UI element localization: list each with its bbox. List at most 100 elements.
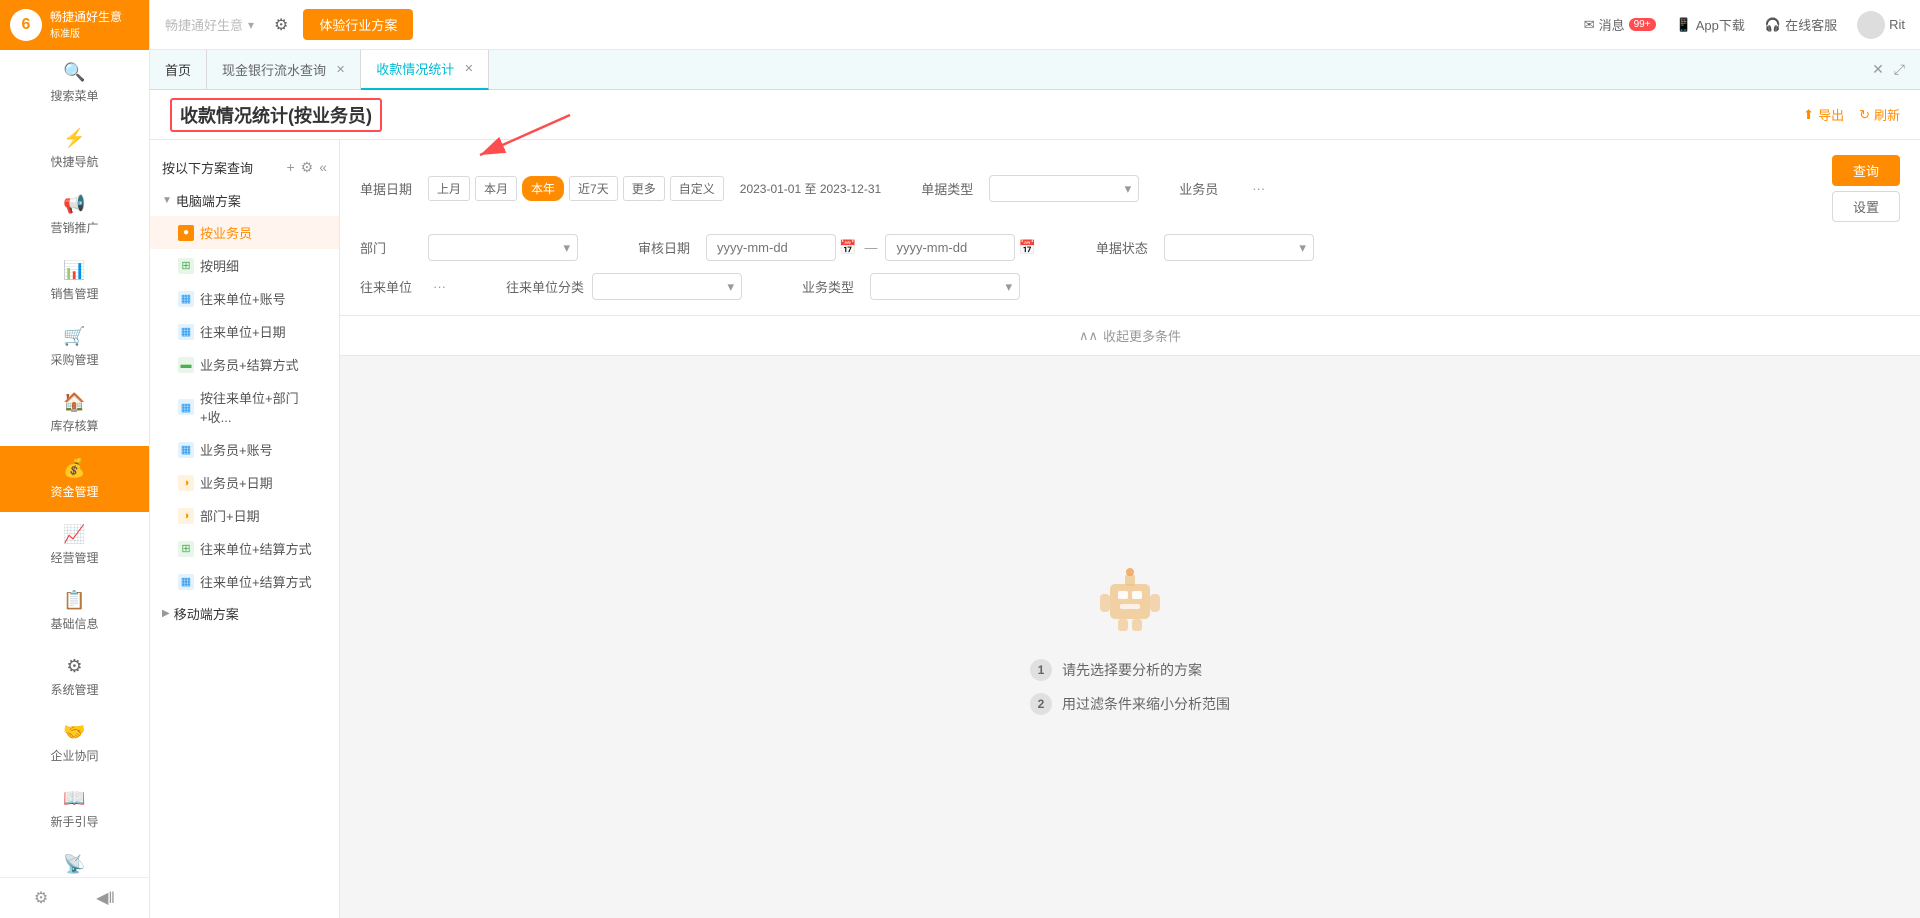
scheme-item-salesperson-account[interactable]: ▦ 业务员+账号 — [150, 433, 339, 466]
collapse-panel-button[interactable]: « — [319, 159, 327, 176]
date-label: 单据日期 — [360, 179, 420, 198]
biz-type-filter-item: 业务类型 — [802, 273, 1020, 300]
expand-arrow-mobile-icon: ▶ — [162, 608, 170, 619]
content-area: 按以下方案查询 + ⚙ « ▼ 电脑端方案 — [150, 140, 1920, 918]
topbar-gear-icon[interactable]: ⚙ — [274, 15, 288, 35]
step-1-text: 请先选择要分析的方案 — [1062, 660, 1202, 680]
dept-label: 部门 — [360, 238, 420, 257]
sidebar-item-hardware[interactable]: 📡 智能硬件 — [0, 842, 149, 877]
data-area: 1 请先选择要分析的方案 2 用过滤条件来缩小分析范围 — [340, 356, 1920, 918]
desktop-section-title[interactable]: ▼ 电脑端方案 — [150, 185, 339, 216]
dept-select[interactable] — [428, 234, 578, 261]
audit-date-to-input[interactable] — [885, 234, 1015, 261]
trial-button[interactable]: 体验行业方案 — [303, 9, 413, 40]
sidebar-item-sales[interactable]: 📊 销售管理 — [0, 248, 149, 314]
scheme-icon-table2: ▦ — [178, 574, 194, 590]
refresh-button[interactable]: ↻ 刷新 — [1859, 105, 1900, 124]
sidebar-item-system[interactable]: ⚙ 系统管理 — [0, 644, 149, 710]
filter-settings-button[interactable]: 设置 — [1832, 191, 1900, 222]
tab-close-icon[interactable]: ✕ — [336, 63, 345, 76]
tab-close-active-icon[interactable]: ✕ — [464, 62, 473, 75]
salesperson-more-button[interactable]: ··· — [1252, 181, 1265, 196]
audit-date-from-input[interactable] — [706, 234, 836, 261]
maximize-button[interactable]: ⤢ — [1894, 61, 1905, 78]
partner-more-button[interactable]: ··· — [433, 279, 446, 294]
sidebar-item-operations[interactable]: 📈 经营管理 — [0, 512, 149, 578]
tab-bank-flow[interactable]: 现金银行流水查询 ✕ — [207, 50, 361, 90]
page-header-actions: ⬆ 导出 ↻ 刷新 — [1803, 105, 1900, 124]
salesperson-filter-item: 业务员 ··· — [1179, 179, 1265, 198]
doc-status-label: 单据状态 — [1096, 238, 1156, 257]
partner-category-label: 往来单位分类 — [506, 277, 584, 296]
user-avatar[interactable]: Rit — [1857, 11, 1905, 39]
partner-category-select[interactable] — [592, 273, 742, 300]
sidebar-item-inventory[interactable]: 🏠 库存核算 — [0, 380, 149, 446]
biz-type-select[interactable] — [870, 273, 1020, 300]
date-tab-this-year[interactable]: 本年 — [522, 176, 564, 201]
sidebar-collapse-btn[interactable]: ◀‖ — [96, 888, 115, 908]
tab-home[interactable]: 首页 — [150, 50, 207, 90]
doc-type-select[interactable] — [989, 175, 1139, 202]
right-panel: 单据日期 上月 本月 本年 近7天 更多 自定义 2023-01-01 至 20… — [340, 140, 1920, 918]
doc-type-filter-item: 单据类型 — [921, 175, 1139, 202]
sidebar-settings-btn[interactable]: ⚙ — [34, 888, 48, 908]
date-tab-last-month[interactable]: 上月 — [428, 176, 470, 201]
sidebar-item-search[interactable]: 🔍 搜索菜单 — [0, 50, 149, 116]
download-icon: 📱 — [1676, 17, 1692, 33]
scheme-label: 往来单位+账号 — [200, 289, 286, 308]
scheme-item-detail[interactable]: ⊞ 按明细 — [150, 249, 339, 282]
chevron-down-icon: ▾ — [248, 18, 254, 32]
close-all-tabs-button[interactable]: ✕ — [1872, 61, 1884, 78]
sidebar-item-label: 经营管理 — [50, 549, 98, 566]
sidebar-item-label: 资金管理 — [50, 483, 98, 500]
biz-type-select-wrapper — [870, 273, 1020, 300]
date-filter-item: 单据日期 上月 本月 本年 近7天 更多 自定义 2023-01-01 至 20… — [360, 176, 881, 201]
sidebar: 6 畅捷通好生意 标准版 🔍 搜索菜单 ⚡ 快捷导航 📢 营销推广 📊 销售管理 — [0, 0, 150, 918]
doc-status-select[interactable] — [1164, 234, 1314, 261]
scheme-settings-button[interactable]: ⚙ — [301, 159, 314, 176]
refresh-icon: ↻ — [1859, 107, 1870, 123]
sidebar-item-collab[interactable]: 🤝 企业协同 — [0, 710, 149, 776]
page-title: 收款情况统计(按业务员) — [170, 98, 382, 132]
mobile-section: ▶ 移动端方案 — [150, 598, 339, 629]
mobile-section-title[interactable]: ▶ 移动端方案 — [150, 598, 339, 629]
date-tab-custom[interactable]: 自定义 — [670, 176, 724, 201]
scheme-item-partner-settlement1[interactable]: ⊞ 往来单位+结算方式 — [150, 532, 339, 565]
message-button[interactable]: ✉ 消息 99+ — [1584, 15, 1656, 34]
page-header: 收款情况统计(按业务员) ⬆ 导出 ↻ 刷新 — [150, 90, 1920, 140]
main-content-area: 收款情况统计(按业务员) ⬆ 导出 ↻ 刷新 按以下方 — [150, 90, 1920, 918]
date-tab-this-month[interactable]: 本月 — [475, 176, 517, 201]
hardware-icon: 📡 — [63, 854, 85, 875]
add-scheme-button[interactable]: + — [286, 159, 294, 176]
scheme-item-dept-date[interactable]: ◑ 部门+日期 — [150, 499, 339, 532]
sidebar-item-quicknav[interactable]: ⚡ 快捷导航 — [0, 116, 149, 182]
online-service-button[interactable]: 🎧 在线客服 — [1765, 15, 1837, 34]
tab-receipt-stats[interactable]: 收款情况统计 ✕ — [361, 50, 489, 90]
scheme-item-partner-settlement2[interactable]: ▦ 往来单位+结算方式 — [150, 565, 339, 598]
sidebar-item-marketing[interactable]: 📢 营销推广 — [0, 182, 149, 248]
doc-type-select-wrapper — [989, 175, 1139, 202]
sidebar-item-finance[interactable]: 💰 资金管理 — [0, 446, 149, 512]
collapse-more-button[interactable]: ∧∧ 收起更多条件 — [1079, 326, 1181, 345]
sidebar-item-purchase[interactable]: 🛒 采购管理 — [0, 314, 149, 380]
date-tab-7days[interactable]: 近7天 — [569, 176, 618, 201]
sidebar-item-basic-info[interactable]: 📋 基础信息 — [0, 578, 149, 644]
empty-step-1: 1 请先选择要分析的方案 — [1030, 659, 1230, 681]
export-button[interactable]: ⬆ 导出 — [1803, 105, 1844, 124]
scheme-icon-table: ▦ — [178, 399, 194, 415]
marketing-icon: 📢 — [63, 194, 85, 215]
query-button[interactable]: 查询 — [1832, 155, 1900, 186]
desktop-section-label: 电脑端方案 — [176, 191, 241, 210]
app-download-button[interactable]: 📱 App下载 — [1676, 15, 1745, 34]
scheme-item-salesperson-date[interactable]: ◑ 业务员+日期 — [150, 466, 339, 499]
dept-select-wrapper — [428, 234, 578, 261]
scheme-item-salesperson-settlement[interactable]: ▬ 业务员+结算方式 — [150, 348, 339, 381]
date-separator: — — [864, 240, 877, 255]
sidebar-item-tutorial[interactable]: 📖 新手引导 — [0, 776, 149, 842]
empty-illustration — [1090, 559, 1170, 639]
scheme-item-salesperson[interactable]: ● 按业务员 — [150, 216, 339, 249]
date-tab-more[interactable]: 更多 — [623, 176, 665, 201]
scheme-item-partner-date[interactable]: ▦ 往来单位+日期 — [150, 315, 339, 348]
scheme-item-partner-dept[interactable]: ▦ 按往来单位+部门+收... — [150, 381, 339, 433]
scheme-item-partner-account[interactable]: ▦ 往来单位+账号 — [150, 282, 339, 315]
